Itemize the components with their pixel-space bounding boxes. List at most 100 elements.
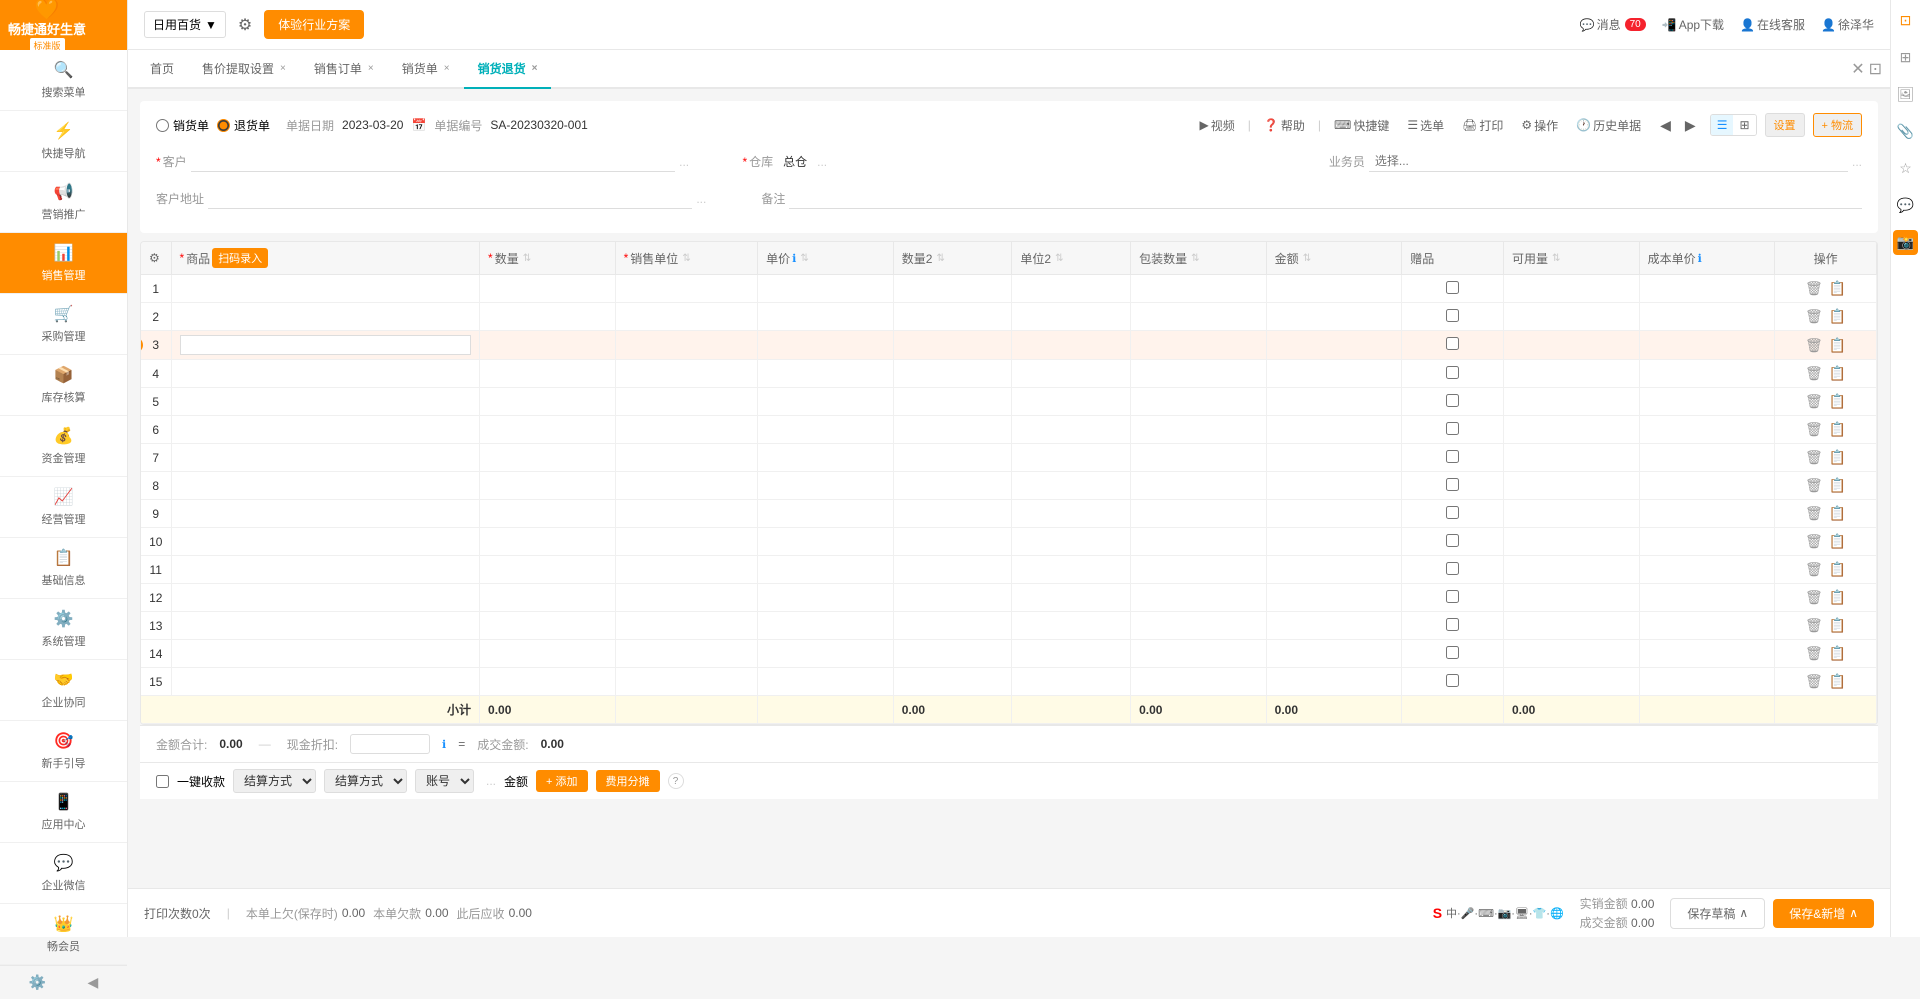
delete-row-icon[interactable]: 🗑	[1805, 673, 1823, 690]
quantity2-cell[interactable]	[893, 360, 1012, 388]
amount-cell[interactable]	[1266, 584, 1402, 612]
product-cell[interactable]	[171, 640, 480, 668]
right-star-icon[interactable]: ☆	[1895, 156, 1916, 181]
amount-cell[interactable]	[1266, 528, 1402, 556]
nav-category-select[interactable]: 日用百货 ▼	[144, 11, 226, 38]
copy-row-icon[interactable]: 📋	[1829, 449, 1846, 466]
list-view-btn[interactable]: ☰	[1711, 115, 1734, 135]
calendar-icon[interactable]: 📅	[411, 118, 426, 132]
copy-row-icon[interactable]: 📋	[1829, 505, 1846, 522]
barcode-input-btn[interactable]: 扫码录入	[212, 248, 268, 268]
tab-close-icon[interactable]: ×	[368, 63, 374, 74]
sales-unit-cell[interactable]	[615, 472, 758, 500]
gift-checkbox[interactable]	[1446, 590, 1459, 603]
delete-row-icon[interactable]: 🗑	[1805, 421, 1823, 438]
product-cell[interactable]	[171, 472, 480, 500]
radio-delivery[interactable]: 销货单	[156, 117, 209, 134]
product-cell[interactable]	[171, 668, 480, 696]
copy-row-icon[interactable]: 📋	[1829, 365, 1846, 382]
unit2-cell[interactable]	[1012, 612, 1131, 640]
right-grid-icon[interactable]: ⊞	[1896, 45, 1916, 70]
gift-checkbox[interactable]	[1446, 506, 1459, 519]
gift-cell[interactable]	[1402, 416, 1504, 444]
copy-row-icon[interactable]: 📋	[1829, 393, 1846, 410]
cost-price-cell[interactable]	[1639, 612, 1775, 640]
available-cell[interactable]	[1503, 556, 1639, 584]
cost-price-cell[interactable]	[1639, 275, 1775, 303]
cost-price-cell[interactable]	[1639, 331, 1775, 360]
question-btn[interactable]: ?	[668, 773, 684, 789]
sales-unit-cell[interactable]	[615, 640, 758, 668]
help-btn[interactable]: ❓ 帮助	[1259, 114, 1310, 137]
one-key-checkbox[interactable]	[156, 775, 169, 788]
unit-price-cell[interactable]	[758, 612, 894, 640]
tab-home[interactable]: 首页	[136, 50, 188, 89]
copy-row-icon[interactable]: 📋	[1829, 561, 1846, 578]
cost-price-cell[interactable]	[1639, 500, 1775, 528]
available-cell[interactable]	[1503, 668, 1639, 696]
available-cell[interactable]	[1503, 584, 1639, 612]
quantity2-cell[interactable]	[893, 500, 1012, 528]
sales-unit-cell[interactable]	[615, 528, 758, 556]
delete-row-icon[interactable]: 🗑	[1805, 337, 1823, 354]
gift-cell[interactable]	[1402, 500, 1504, 528]
unit2-cell[interactable]	[1012, 472, 1131, 500]
add-logistics-button[interactable]: + 物流	[1813, 113, 1862, 137]
online-service-btn[interactable]: 👤 在线客服	[1740, 16, 1805, 33]
sales-unit-cell[interactable]	[615, 444, 758, 472]
package-qty-cell[interactable]	[1131, 275, 1267, 303]
product-cell[interactable]	[171, 556, 480, 584]
tab-close-icon[interactable]: ×	[532, 63, 538, 74]
sales-unit-cell[interactable]	[615, 275, 758, 303]
cost-price-cell[interactable]	[1639, 388, 1775, 416]
delete-row-icon[interactable]: 🗑	[1805, 617, 1823, 634]
copy-row-icon[interactable]: 📋	[1829, 645, 1846, 662]
amount-cell[interactable]	[1266, 640, 1402, 668]
settings-button[interactable]: 设置	[1765, 113, 1805, 137]
product-cell[interactable]	[171, 388, 480, 416]
sort-arrows[interactable]: ⇅	[523, 253, 531, 264]
unit-price-cell[interactable]	[758, 303, 894, 331]
delete-row-icon[interactable]: 🗑	[1805, 645, 1823, 662]
product-cell[interactable]	[171, 584, 480, 612]
product-cell[interactable]	[171, 416, 480, 444]
fee-split-btn[interactable]: 费用分摊	[596, 770, 660, 792]
app-download-btn[interactable]: 📲 App下载	[1662, 16, 1724, 33]
copy-row-icon[interactable]: 📋	[1829, 308, 1846, 325]
gift-cell[interactable]	[1402, 528, 1504, 556]
salesperson-dots[interactable]: ...	[1852, 155, 1862, 169]
radio-return[interactable]: 退货单	[217, 117, 270, 134]
gift-checkbox[interactable]	[1446, 478, 1459, 491]
sort-arrows[interactable]: ⇅	[1191, 253, 1199, 264]
available-cell[interactable]	[1503, 528, 1639, 556]
gift-cell[interactable]	[1402, 388, 1504, 416]
gift-cell[interactable]	[1402, 612, 1504, 640]
cost-price-cell[interactable]	[1639, 556, 1775, 584]
tab-price-settings[interactable]: 售价提取设置 ×	[188, 50, 300, 89]
quantity-cell[interactable]	[480, 584, 616, 612]
address-input[interactable]	[208, 188, 692, 209]
product-cell[interactable]	[171, 528, 480, 556]
customer-input[interactable]	[191, 151, 675, 172]
quantity-cell[interactable]	[480, 668, 616, 696]
unit2-cell[interactable]	[1012, 331, 1131, 360]
package-qty-cell[interactable]	[1131, 528, 1267, 556]
print-btn[interactable]: 🖨 打印	[1457, 114, 1508, 137]
gift-checkbox[interactable]	[1446, 422, 1459, 435]
unit2-cell[interactable]	[1012, 556, 1131, 584]
sidebar-item-wechat[interactable]: 💬 企业微信	[0, 843, 127, 904]
gift-cell[interactable]	[1402, 360, 1504, 388]
unit-price-cell[interactable]	[758, 360, 894, 388]
copy-row-icon[interactable]: 📋	[1829, 421, 1846, 438]
product-cell[interactable]	[171, 612, 480, 640]
sort-arrows[interactable]: ⇅	[1055, 253, 1063, 264]
available-cell[interactable]	[1503, 275, 1639, 303]
settings-icon[interactable]: ⚙	[238, 15, 252, 35]
delete-row-icon[interactable]: 🗑	[1805, 393, 1823, 410]
amount-cell[interactable]	[1266, 360, 1402, 388]
amount-cell[interactable]	[1266, 472, 1402, 500]
copy-row-icon[interactable]: 📋	[1829, 477, 1846, 494]
sales-unit-cell[interactable]	[615, 388, 758, 416]
sidebar-item-operation[interactable]: 📈 经营管理	[0, 477, 127, 538]
delete-row-icon[interactable]: 🗑	[1805, 533, 1823, 550]
